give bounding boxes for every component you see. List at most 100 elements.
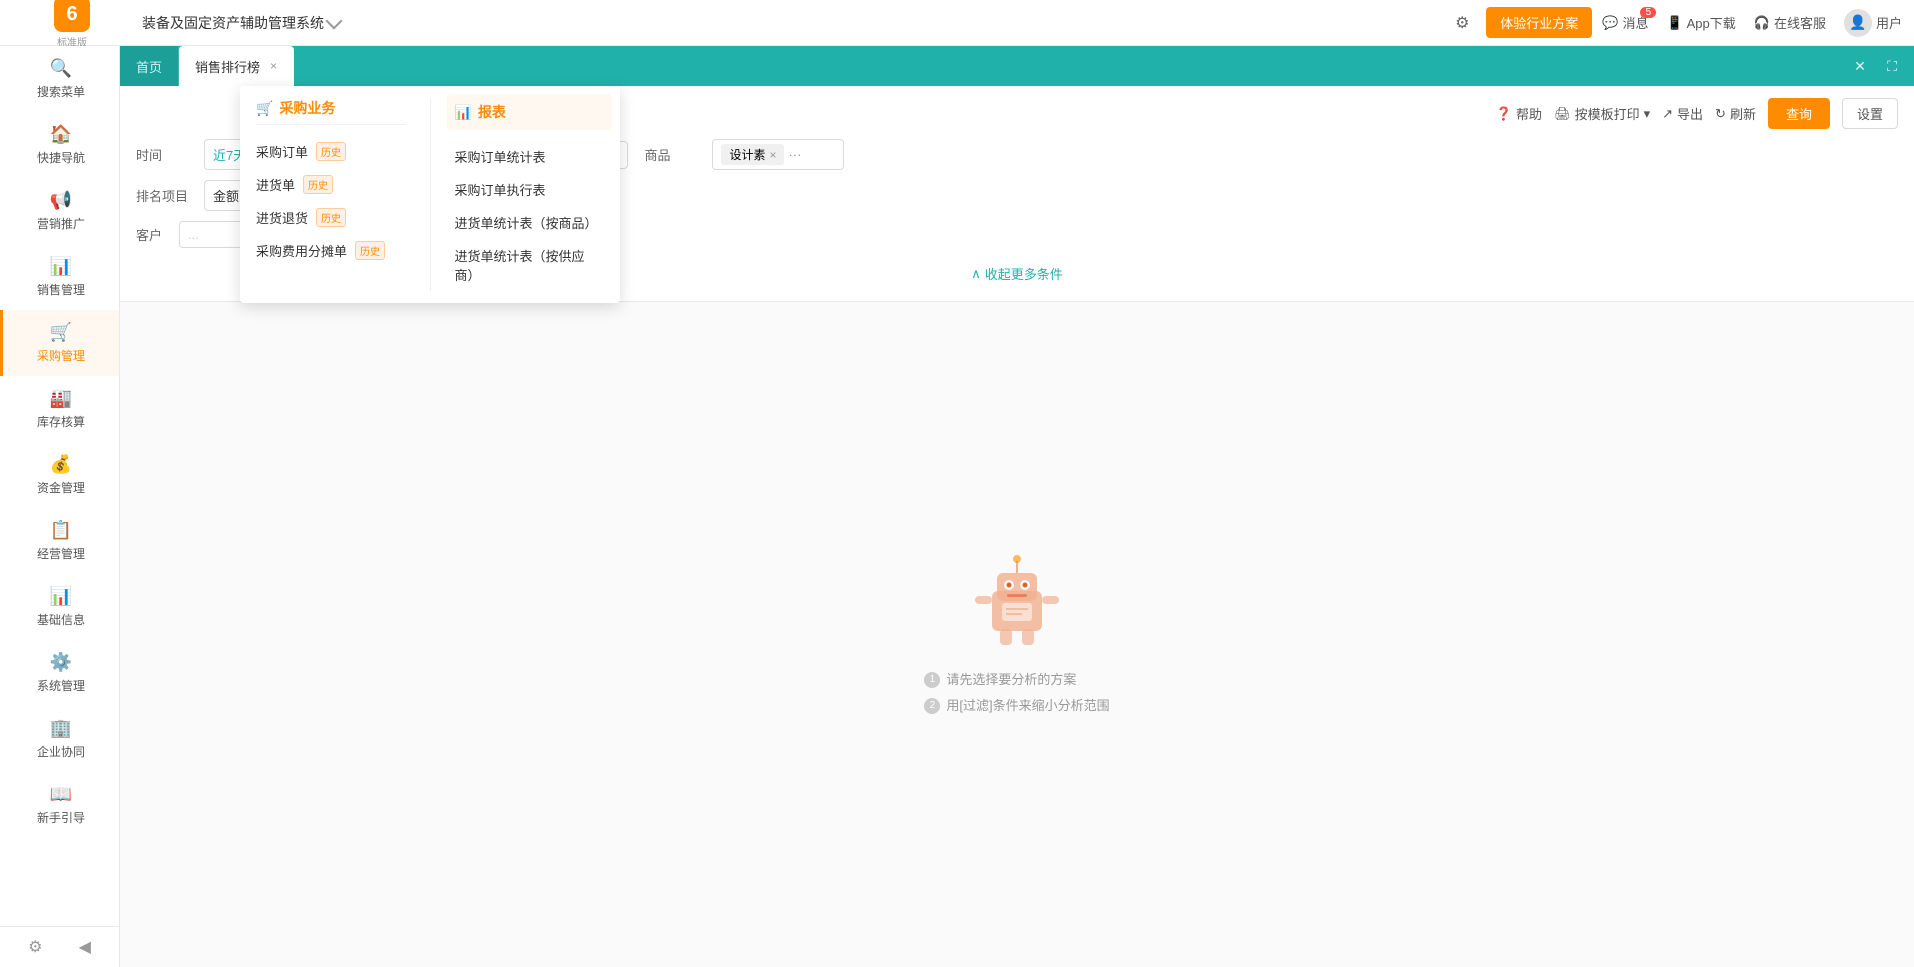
sidebar-item-guide[interactable]: 📖 新手引导 bbox=[0, 772, 119, 838]
logo-icon: 6 bbox=[54, 0, 90, 32]
print-template-button[interactable]: 🖨 按模板打印 ▾ bbox=[1554, 104, 1650, 123]
sidebar-label-purchase: 采购管理 bbox=[37, 347, 85, 364]
dropdown-item-expense[interactable]: 采购费用分摊单 历史 bbox=[256, 234, 406, 267]
headset-icon: 🎧 bbox=[1754, 15, 1770, 31]
sidebar-item-search[interactable]: 🔍 搜索菜单 bbox=[0, 46, 119, 112]
history-badge-2: 历史 bbox=[316, 208, 346, 227]
step1-text: 请先选择要分析的方案 bbox=[946, 667, 1076, 693]
history-badge-0: 历史 bbox=[316, 142, 346, 161]
avatar: 👤 bbox=[1844, 9, 1872, 37]
sidebar-label-finance: 资金管理 bbox=[37, 479, 85, 496]
dropdown-columns: 🛒 采购业务 采购订单 历史 进货单 历史 进货退货 历史 bbox=[240, 98, 620, 291]
message-badge: 5 bbox=[1640, 7, 1656, 18]
sidebar-label-quick: 快捷导航 bbox=[37, 149, 85, 166]
sidebar-item-operations[interactable]: 📋 经营管理 bbox=[0, 508, 119, 574]
sidebar-bottom: ⚙ ◀ bbox=[0, 926, 119, 967]
messages-button[interactable]: 💬 消息 5 bbox=[1602, 13, 1648, 32]
tab-bar-actions: ✕ ⛶ bbox=[1848, 54, 1914, 78]
report-col-header: 📊 报表 bbox=[447, 94, 613, 130]
dropdown-item-label: 采购订单 bbox=[256, 142, 308, 161]
help-button[interactable]: ❓ 帮助 bbox=[1496, 104, 1542, 123]
top-bar: 6 标准版 装备及固定资产辅助管理系统 ⚙ 体验行业方案 💬 消息 5 📱 Ap… bbox=[0, 0, 1914, 46]
rank-item-label: 排名项目 bbox=[136, 186, 196, 205]
sidebar-label-basicinfo: 基础信息 bbox=[37, 611, 85, 628]
sidebar-item-sales[interactable]: 📊 销售管理 bbox=[0, 244, 119, 310]
gear-icon: ⚙️ bbox=[50, 652, 72, 673]
print-dropdown-icon: ▾ bbox=[1644, 106, 1651, 122]
chevron-down-icon bbox=[326, 12, 343, 29]
industry-button[interactable]: 体验行业方案 bbox=[1486, 7, 1592, 38]
user-menu-button[interactable]: 👤 用户 bbox=[1844, 9, 1902, 37]
dropdown-item-receiving-by-product[interactable]: 进货单统计表（按商品） bbox=[455, 206, 605, 239]
settings-filter-button[interactable]: 设置 bbox=[1842, 98, 1898, 129]
dropdown-item-po-stats[interactable]: 采购订单统计表 bbox=[455, 140, 605, 173]
empty-illustration bbox=[957, 551, 1077, 651]
sidebar-item-inventory[interactable]: 🏭 库存核算 bbox=[0, 376, 119, 442]
tab-close-icon[interactable]: × bbox=[270, 59, 277, 73]
step2-text: 用[过滤]条件来缩小分析范围 bbox=[946, 693, 1109, 719]
dropdown-item-label: 采购订单统计表 bbox=[455, 147, 546, 166]
dropdown-item-receiving-by-supplier[interactable]: 进货单统计表（按供应商） bbox=[455, 239, 605, 291]
mobile-icon: 📱 bbox=[1666, 15, 1682, 31]
refresh-icon: ↻ bbox=[1715, 106, 1726, 122]
grid-icon: 📊 bbox=[50, 586, 72, 607]
warehouse-icon: 🏭 bbox=[50, 388, 72, 409]
dropdown-item-return[interactable]: 进货退货 历史 bbox=[256, 201, 406, 234]
collapse-sidebar-icon[interactable]: ◀ bbox=[79, 937, 91, 957]
empty-text: 1 请先选择要分析的方案 2 用[过滤]条件来缩小分析范围 bbox=[924, 667, 1109, 719]
tab-sales-rank[interactable]: 销售排行榜 × bbox=[179, 46, 294, 86]
tab-home-label: 首页 bbox=[136, 57, 162, 76]
online-service-button[interactable]: 🎧 在线客服 bbox=[1754, 13, 1826, 32]
product-more-dots[interactable]: ··· bbox=[788, 147, 801, 162]
tab-close-action[interactable]: ✕ bbox=[1848, 54, 1872, 78]
sidebar-item-quick[interactable]: 🏠 快捷导航 bbox=[0, 112, 119, 178]
dropdown-item-label: 进货退货 bbox=[256, 208, 308, 227]
sidebar-item-basicinfo[interactable]: 📊 基础信息 bbox=[0, 574, 119, 640]
dropdown-item-purchase-order[interactable]: 采购订单 历史 bbox=[256, 135, 406, 168]
tab-sales-rank-label: 销售排行榜 bbox=[195, 57, 260, 76]
sidebar-label-system: 系统管理 bbox=[37, 677, 85, 694]
product-tag: 设计素 × bbox=[721, 144, 784, 165]
sidebar-item-marketing[interactable]: 📢 营销推广 bbox=[0, 178, 119, 244]
dropdown-item-po-exec[interactable]: 采购订单执行表 bbox=[455, 173, 605, 206]
refresh-button[interactable]: ↻ 刷新 bbox=[1715, 104, 1756, 123]
system-title: 装备及固定资产辅助管理系统 bbox=[142, 13, 1438, 33]
purchase-dropdown-menu: 🛒 采购业务 采购订单 历史 进货单 历史 进货退货 历史 bbox=[240, 86, 620, 303]
empty-state: 1 请先选择要分析的方案 2 用[过滤]条件来缩小分析范围 bbox=[120, 302, 1914, 967]
chevron-up-icon: ∧ bbox=[971, 266, 981, 282]
history-badge-3: 历史 bbox=[355, 241, 385, 260]
report-col-title: 报表 bbox=[478, 102, 506, 122]
sidebar-item-system[interactable]: ⚙️ 系统管理 bbox=[0, 640, 119, 706]
product-tag-close[interactable]: × bbox=[769, 148, 776, 162]
date-label: 时间 bbox=[136, 145, 196, 164]
dropdown-item-label: 进货单统计表（按商品） bbox=[455, 213, 598, 232]
product-label: 商品 bbox=[644, 145, 704, 164]
dropdown-item-receiving[interactable]: 进货单 历史 bbox=[256, 168, 406, 201]
report-col-icon: 📊 bbox=[455, 104, 472, 121]
tab-maximize-action[interactable]: ⛶ bbox=[1880, 54, 1904, 78]
building-icon: 🏢 bbox=[50, 718, 72, 739]
dropdown-divider bbox=[430, 98, 431, 291]
product-input[interactable]: 设计素 × ··· bbox=[712, 139, 844, 170]
chart-icon: 📊 bbox=[50, 256, 72, 277]
query-button[interactable]: 查询 bbox=[1768, 98, 1830, 129]
sidebar: 🔍 搜索菜单 🏠 快捷导航 📢 营销推广 📊 销售管理 🛒 采购管理 🏭 库存核… bbox=[0, 46, 120, 967]
settings-bottom-icon[interactable]: ⚙ bbox=[28, 937, 42, 957]
sidebar-item-finance[interactable]: 💰 资金管理 bbox=[0, 442, 119, 508]
dropdown-item-label: 进货单 bbox=[256, 175, 295, 194]
purchase-col-title: 采购业务 bbox=[279, 98, 335, 118]
sidebar-item-enterprise[interactable]: 🏢 企业协同 bbox=[0, 706, 119, 772]
sidebar-item-purchase[interactable]: 🛒 采购管理 bbox=[0, 310, 119, 376]
tab-home[interactable]: 首页 bbox=[120, 46, 179, 86]
purchase-col-header: 🛒 采购业务 bbox=[256, 98, 406, 125]
sidebar-label-inventory: 库存核算 bbox=[37, 413, 85, 430]
money-icon: 💰 bbox=[50, 454, 72, 475]
step2-dot: 2 bbox=[924, 698, 940, 714]
app-download-button[interactable]: 📱 App下载 bbox=[1666, 13, 1735, 32]
settings-icon[interactable]: ⚙ bbox=[1448, 9, 1476, 37]
export-button[interactable]: ↗ 导出 bbox=[1662, 104, 1703, 123]
dropdown-item-label: 进货单统计表（按供应商） bbox=[455, 246, 605, 284]
system-title-dropdown[interactable]: 装备及固定资产辅助管理系统 bbox=[142, 13, 340, 33]
sidebar-label-operations: 经营管理 bbox=[37, 545, 85, 562]
sidebar-label-guide: 新手引导 bbox=[37, 809, 85, 826]
